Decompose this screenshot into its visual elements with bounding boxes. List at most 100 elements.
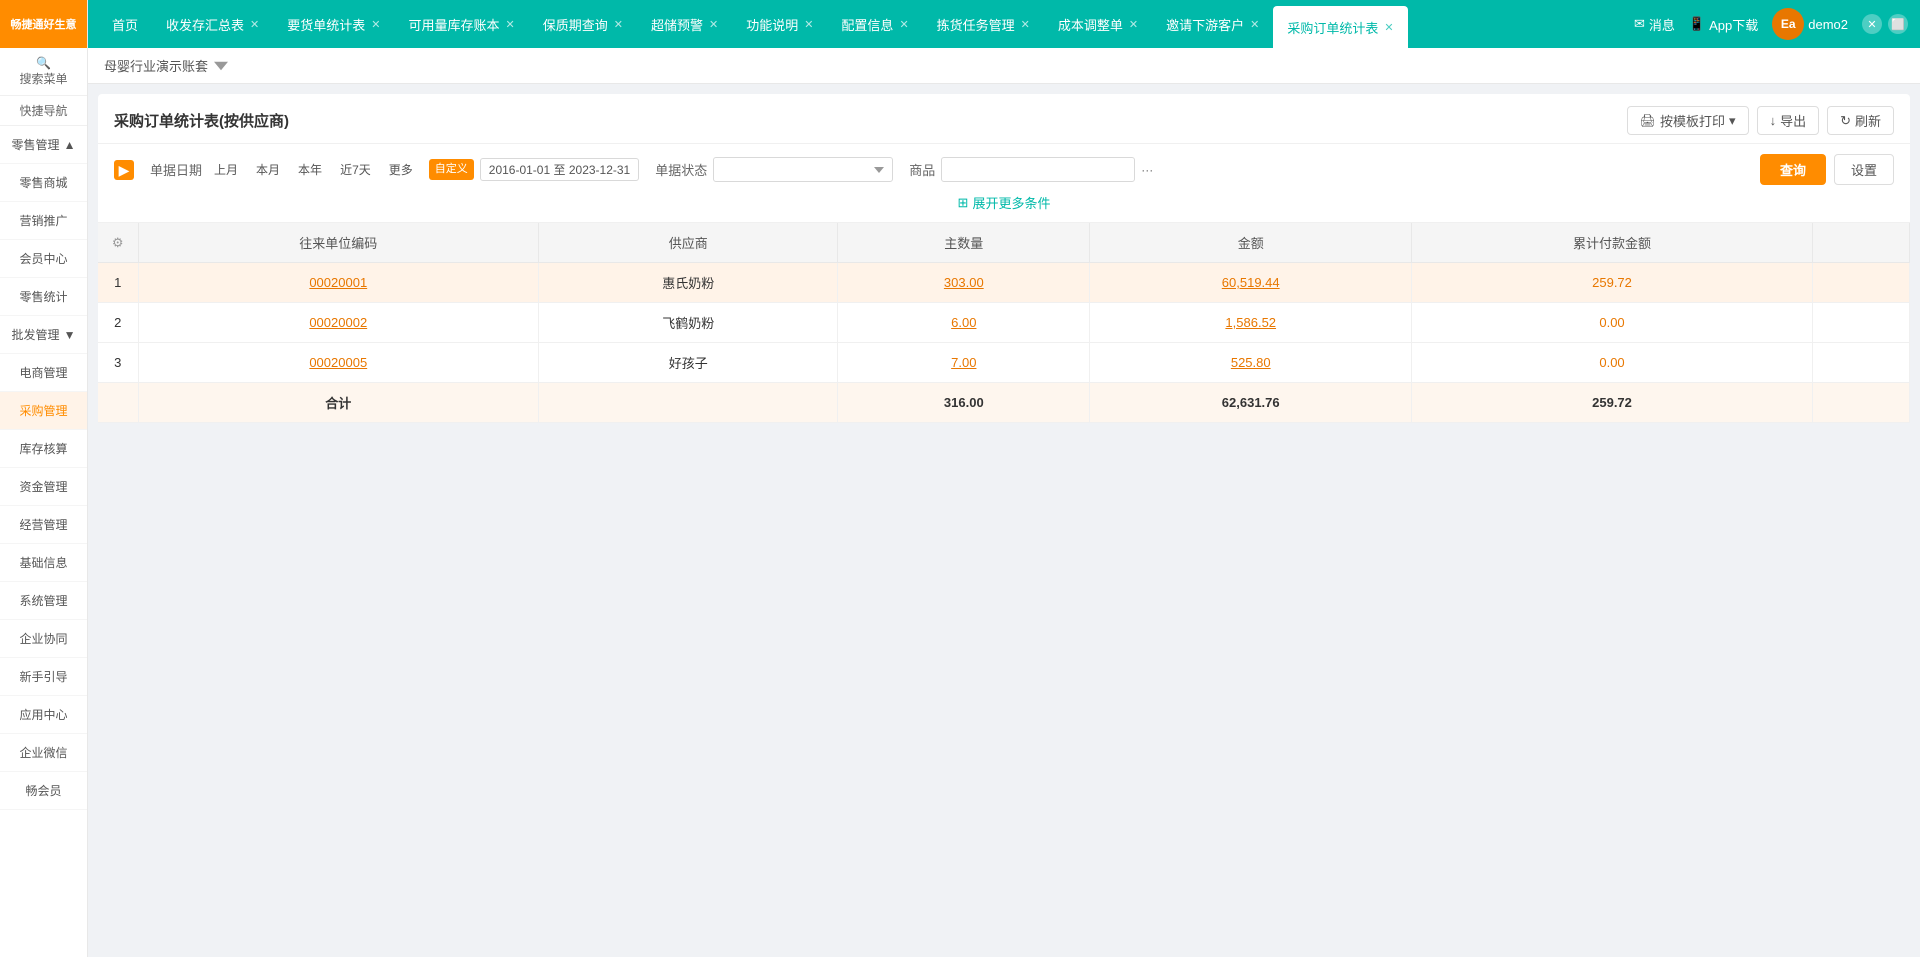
sidebar-item-membership[interactable]: 畅会员 [0,772,87,810]
membership-label: 畅会员 [25,784,61,798]
goods-input[interactable] [941,157,1135,182]
username-label: demo2 [1808,17,1848,32]
tab-function[interactable]: 功能说明 ✕ [732,0,827,48]
close-active-icon[interactable]: ✕ [1384,21,1393,34]
sidebar-logo: 畅捷通好生意 [0,0,87,48]
close-icon[interactable]: ✕ [614,18,623,31]
shortcut-this-year[interactable]: 本年 [292,159,328,180]
sidebar-item-retail-mall[interactable]: 零售商城 [0,164,87,202]
sidebar-item-wholesale[interactable]: 批发管理 ▼ [0,316,87,354]
status-filter: 单据状态 [655,157,893,182]
filter-row-1: ▶ 单据日期 上月 本月 本年 近7天 更多 自定义 2016-01-01 至 [114,154,1894,185]
sidebar-item-inventory[interactable]: 库存核算 [0,430,87,468]
app-logo-text: 畅捷通好生意 [11,16,77,32]
close-icon[interactable]: ✕ [1021,18,1030,31]
ecommerce-label: 电商管理 [19,366,67,380]
export-btn[interactable]: ↓ 导出 [1757,106,1820,135]
date-filter: 单据日期 上月 本月 本年 近7天 更多 自定义 2016-01-01 至 20… [150,158,639,181]
close-icon[interactable]: ✕ [899,18,908,31]
print-dropdown-icon: ▾ [1729,113,1736,129]
col-extra [1812,223,1909,263]
export-icon: ↓ [1770,113,1777,128]
row-amount[interactable]: 1,586.52 [1090,303,1412,343]
sidebar-item-guide[interactable]: 新手引导 [0,658,87,696]
close-icon[interactable]: ✕ [1129,18,1138,31]
row-qty[interactable]: 303.00 [838,263,1090,303]
sidebar-item-retail-mgmt[interactable]: 零售管理 ▲ [0,126,87,164]
tab-home[interactable]: 首页 [98,0,152,48]
message-label: 消息 [1649,15,1675,34]
user-avatar-btn[interactable]: Ea demo2 [1772,8,1848,40]
page-header: 采购订单统计表(按供应商) 🖨 按模板打印 ▾ ↓ 导出 ↻ 刷新 [98,94,1910,144]
sidebar-search[interactable]: 🔍 搜索菜单 [0,48,87,96]
message-btn[interactable]: ✉ 消息 [1634,15,1675,34]
tab-config[interactable]: 配置信息 ✕ [827,0,922,48]
maximize-btn[interactable]: ⬜ [1888,14,1908,34]
close-icon[interactable]: ✕ [250,18,259,31]
appstore-label: 应用中心 [19,708,67,722]
row-amount[interactable]: 60,519.44 [1090,263,1412,303]
topbar: 首页 收发存汇总表 ✕ 要货单统计表 ✕ 可用量库存账本 ✕ 保质期查询 ✕ 超… [88,0,1920,48]
row-code[interactable]: 00020001 [138,263,539,303]
close-icon[interactable]: ✕ [506,18,515,31]
close-icon[interactable]: ✕ [1250,18,1259,31]
sidebar-item-wechat[interactable]: 企业微信 [0,734,87,772]
close-icon[interactable]: ✕ [709,18,718,31]
tab-purchase-stats-label: 采购订单统计表 [1287,18,1378,37]
gear-icon[interactable]: ⚙ [112,235,124,250]
tab-invite[interactable]: 邀请下游客户 ✕ [1152,0,1273,48]
tab-overstock-label: 超储预警 [651,15,703,34]
tab-stock-summary[interactable]: 收发存汇总表 ✕ [152,0,273,48]
col-amount: 金额 [1090,223,1412,263]
shortcut-more[interactable]: 更多 [383,159,419,180]
tab-overstock[interactable]: 超储预警 ✕ [637,0,732,48]
sidebar-quicknav[interactable]: 快捷导航 [0,96,87,126]
row-supplier: 好孩子 [539,343,838,383]
sidebar-item-purchase[interactable]: 采购管理 [0,392,87,430]
close-icon[interactable]: ✕ [371,18,380,31]
expand-arrow-btn[interactable]: ▶ [114,160,134,180]
row-qty[interactable]: 7.00 [838,343,1090,383]
row-amount[interactable]: 525.80 [1090,343,1412,383]
status-select[interactable] [713,157,893,182]
expand-conditions-btn[interactable]: ⊞ 展开更多条件 [958,193,1051,212]
shortcut-this-month[interactable]: 本月 [250,159,286,180]
print-btn[interactable]: 🖨 按模板打印 ▾ [1627,106,1749,135]
query-btn[interactable]: 查询 [1760,154,1826,185]
refresh-btn[interactable]: ↻ 刷新 [1827,106,1894,135]
sidebar-item-enterprise[interactable]: 企业协同 [0,620,87,658]
workspace-selector[interactable]: 母婴行业演示账套 [104,56,228,75]
col-supplier: 供应商 [539,223,838,263]
close-icon[interactable]: ✕ [804,18,813,31]
shortcut-7days[interactable]: 近7天 [334,159,377,180]
row-code[interactable]: 00020002 [138,303,539,343]
tab-order-stats[interactable]: 要货单统计表 ✕ [273,0,394,48]
tab-purchase-stats[interactable]: 采购订单统计表 ✕ [1273,6,1407,48]
sidebar-item-retail-stats[interactable]: 零售统计 [0,278,87,316]
date-range-input[interactable]: 2016-01-01 至 2023-12-31 [480,158,639,181]
app-download-btn[interactable]: 📱 App下载 [1689,15,1758,34]
sidebar-item-basics[interactable]: 基础信息 [0,544,87,582]
sidebar-item-system[interactable]: 系统管理 [0,582,87,620]
settings-btn[interactable]: 设置 [1834,154,1894,185]
tab-picking[interactable]: 拣货任务管理 ✕ [923,0,1044,48]
sidebar-item-finance[interactable]: 资金管理 [0,468,87,506]
tab-cost-adjust[interactable]: 成本调整单 ✕ [1044,0,1152,48]
sidebar-item-ops[interactable]: 经营管理 [0,506,87,544]
row-qty[interactable]: 6.00 [838,303,1090,343]
system-label: 系统管理 [19,594,67,608]
close-window-btn[interactable]: ✕ [1862,14,1882,34]
ops-label: 经营管理 [19,518,67,532]
tab-stock-summary-label: 收发存汇总表 [166,15,244,34]
goods-more-btn[interactable]: ··· [1141,163,1153,177]
tab-available-stock-label: 可用量库存账本 [408,15,499,34]
tab-expiry[interactable]: 保质期查询 ✕ [529,0,637,48]
sidebar-item-appstore[interactable]: 应用中心 [0,696,87,734]
sidebar-item-member[interactable]: 会员中心 [0,240,87,278]
table-footer-row: 合计 316.00 62,631.76 259.72 [98,383,1910,423]
sidebar-item-marketing[interactable]: 营销推广 [0,202,87,240]
shortcut-last-month[interactable]: 上月 [208,159,244,180]
row-code[interactable]: 00020005 [138,343,539,383]
sidebar-item-ecommerce[interactable]: 电商管理 [0,354,87,392]
tab-available-stock[interactable]: 可用量库存账本 ✕ [394,0,528,48]
